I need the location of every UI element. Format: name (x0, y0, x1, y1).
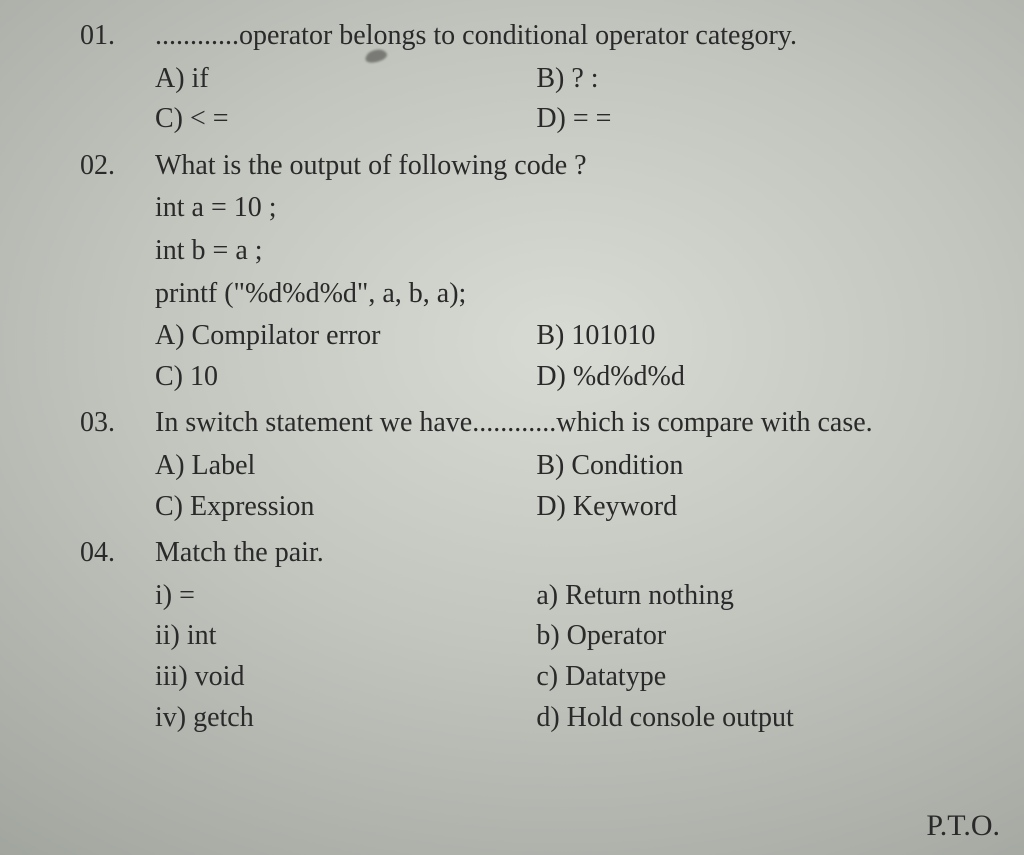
match-right-1: a) Return nothing (536, 576, 984, 617)
question-03: 03. In switch statement we have.........… (80, 403, 984, 527)
option-A: A) Label (155, 446, 536, 487)
options: A) Label B) Condition C) Expression D) K… (155, 446, 984, 527)
option-C: C) Expression (155, 487, 536, 528)
option-B: B) 101010 (536, 316, 984, 357)
question-04: 04. Match the pair. i) = ii) int iii) vo… (80, 533, 984, 738)
page-turn-over: P.T.O. (926, 804, 1000, 848)
match-left-3: iii) void (155, 657, 536, 698)
question-body: What is the output of following code ? i… (155, 146, 984, 398)
question-body: ............operator belongs to conditio… (155, 16, 984, 140)
match-right-2: b) Operator (536, 616, 984, 657)
question-body: Match the pair. i) = ii) int iii) void i… (155, 533, 984, 738)
option-B: B) Condition (536, 446, 984, 487)
exam-page: 01. ............operator belongs to cond… (0, 0, 1024, 855)
match-right-3: c) Datatype (536, 657, 984, 698)
question-stem: In switch statement we have............w… (155, 403, 984, 444)
option-D: D) = = (536, 99, 984, 140)
option-C: C) < = (155, 99, 536, 140)
option-A: A) Compilator error (155, 316, 536, 357)
question-number: 03. (80, 403, 155, 527)
match-left-1: i) = (155, 576, 536, 617)
match-pairs: i) = ii) int iii) void iv) getch a) Retu… (155, 576, 984, 738)
option-D: D) %d%d%d (536, 357, 984, 398)
option-C: C) 10 (155, 357, 536, 398)
option-A: A) if (155, 59, 536, 100)
options: A) if B) ? : C) < = D) = = (155, 59, 984, 140)
question-stem: Match the pair. (155, 533, 984, 574)
question-stem: What is the output of following code ? (155, 146, 984, 187)
match-left-2: ii) int (155, 616, 536, 657)
code-line-3: printf ("%d%d%d", a, b, a); (155, 274, 984, 315)
question-stem: ............operator belongs to conditio… (155, 16, 984, 57)
match-left-col: i) = ii) int iii) void iv) getch (155, 576, 536, 738)
options: A) Compilator error B) 101010 C) 10 D) %… (155, 316, 984, 397)
match-right-4: d) Hold console output (536, 698, 984, 739)
question-number: 01. (80, 16, 155, 140)
code-line-2: int b = a ; (155, 231, 984, 272)
match-right-col: a) Return nothing b) Operator c) Datatyp… (536, 576, 984, 738)
code-line-1: int a = 10 ; (155, 188, 984, 229)
question-01: 01. ............operator belongs to cond… (80, 16, 984, 140)
option-B: B) ? : (536, 59, 984, 100)
question-body: In switch statement we have............w… (155, 403, 984, 527)
question-number: 04. (80, 533, 155, 738)
question-02: 02. What is the output of following code… (80, 146, 984, 398)
option-D: D) Keyword (536, 487, 984, 528)
question-number: 02. (80, 146, 155, 398)
match-left-4: iv) getch (155, 698, 536, 739)
